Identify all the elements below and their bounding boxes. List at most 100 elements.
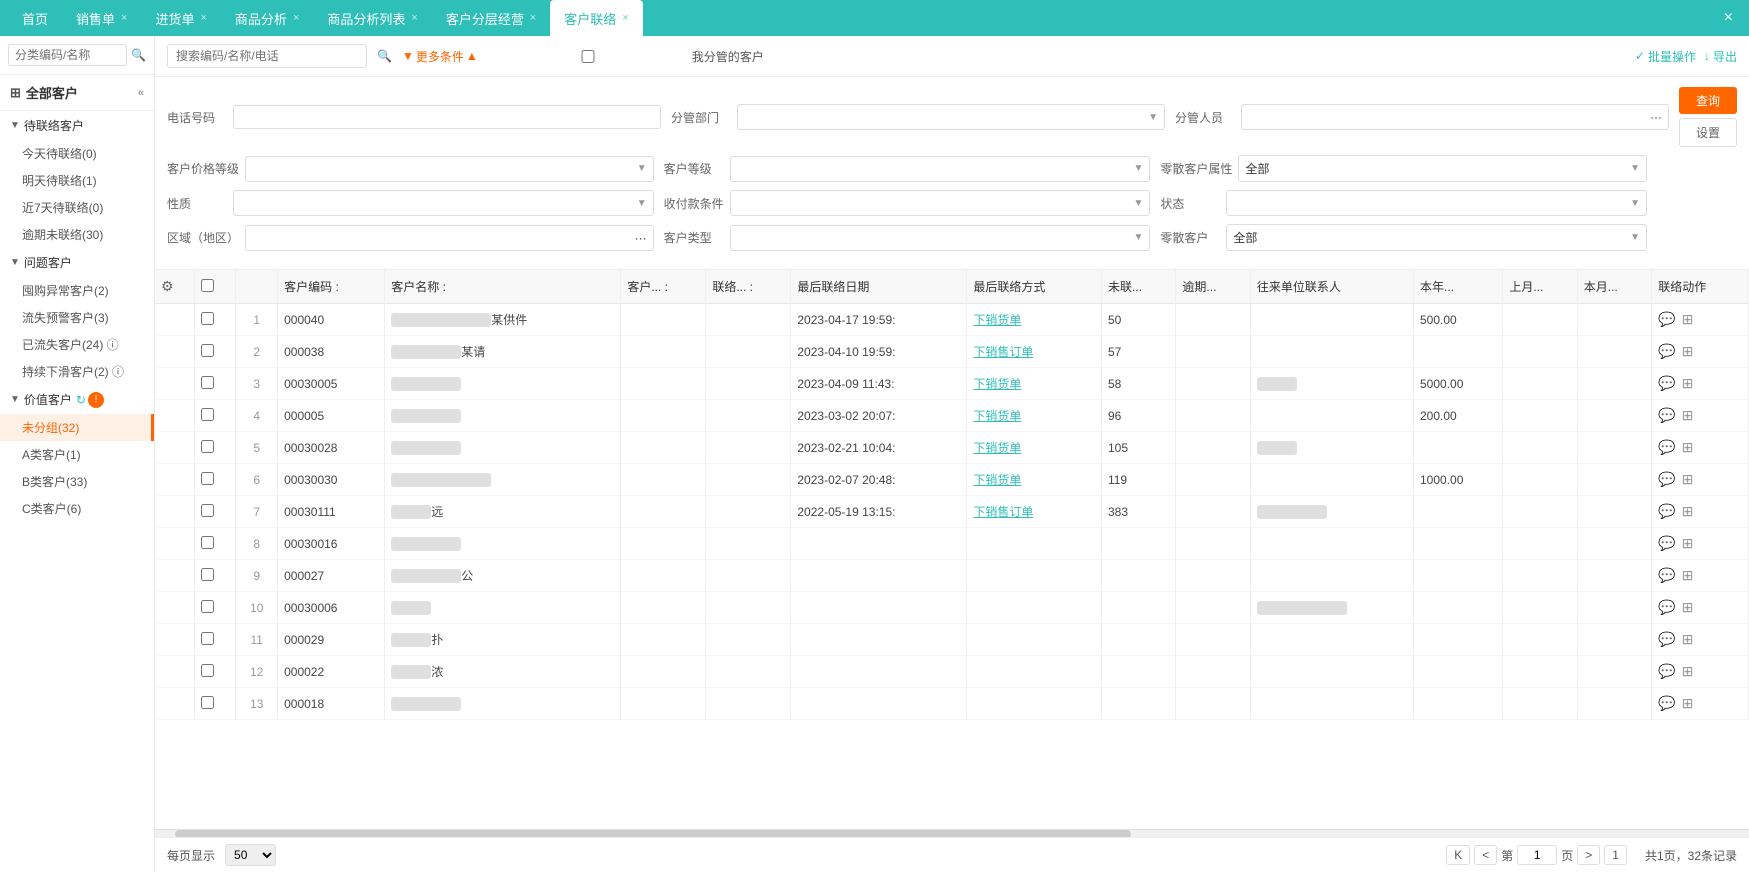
search-btn[interactable]: 🔍 — [377, 49, 392, 63]
filter-scatter-attr-select[interactable]: 全部 ▼ — [1238, 155, 1647, 182]
grid-action-icon[interactable]: ⊞ — [1682, 503, 1694, 520]
message-action-icon[interactable]: 💬 — [1658, 535, 1675, 552]
message-action-icon[interactable]: 💬 — [1658, 503, 1675, 520]
tab-product-analysis-list[interactable]: 商品分析列表 × — [313, 0, 431, 36]
col-this-year[interactable]: 本年... — [1414, 270, 1503, 304]
col-code[interactable]: 客户编码 : — [278, 270, 385, 304]
grid-action-icon[interactable]: ⊞ — [1682, 471, 1694, 488]
row-checkbox[interactable] — [201, 664, 214, 677]
message-action-icon[interactable]: 💬 — [1658, 343, 1675, 360]
grid-action-icon[interactable]: ⊞ — [1682, 695, 1694, 712]
col-last-month[interactable]: 上月... — [1503, 270, 1577, 304]
row-checkbox[interactable] — [201, 344, 214, 357]
grid-action-icon[interactable]: ⊞ — [1682, 407, 1694, 424]
sidebar-item-ungroup[interactable]: 未分组(32) — [0, 414, 154, 441]
filter-region-select[interactable]: ··· — [245, 225, 654, 251]
col-type[interactable]: 客户... : — [621, 270, 706, 304]
grid-action-icon[interactable]: ⊞ — [1682, 599, 1694, 616]
refresh-icon[interactable]: ↻ — [76, 393, 86, 407]
tab-sales[interactable]: 销售单 × — [62, 0, 141, 36]
export-btn[interactable]: ↓ 导出 — [1704, 48, 1737, 65]
sidebar-item-churn-warning[interactable]: 流失预警客户(3) — [0, 304, 154, 331]
filter-customer-level-select[interactable]: ▼ — [730, 156, 1151, 182]
row-checkbox[interactable] — [201, 504, 214, 517]
message-action-icon[interactable]: 💬 — [1658, 311, 1675, 328]
sidebar-item-hoarding[interactable]: 囤购异常客户(2) — [0, 277, 154, 304]
grid-action-icon[interactable]: ⊞ — [1682, 343, 1694, 360]
row-checkbox[interactable] — [201, 376, 214, 389]
close-tab-product-analysis[interactable]: × — [293, 12, 299, 24]
col-settings[interactable]: ⚙ — [155, 270, 195, 304]
category-search-icon[interactable]: 🔍 — [131, 48, 146, 62]
message-action-icon[interactable]: 💬 — [1658, 471, 1675, 488]
filter-customer-type-select[interactable]: ▼ — [730, 225, 1151, 251]
sidebar-item-churned[interactable]: 已流失客户(24) ⓘ — [0, 331, 154, 358]
col-partner-contact[interactable]: 往来单位联系人 — [1250, 270, 1413, 304]
settings-icon[interactable]: ⚙ — [161, 278, 174, 294]
message-action-icon[interactable]: 💬 — [1658, 439, 1675, 456]
category-search-input[interactable] — [8, 44, 127, 66]
tab-home[interactable]: 首页 — [8, 0, 62, 36]
row-checkbox[interactable] — [201, 536, 214, 549]
close-tab-customer-segment[interactable]: × — [530, 12, 536, 24]
filter-scatter-select[interactable]: 全部 ▼ — [1226, 224, 1647, 251]
contact-method-link[interactable]: 下销售订单 — [973, 345, 1033, 359]
contact-method-link[interactable]: 下销售订单 — [973, 505, 1033, 519]
tab-purchase[interactable]: 进货单 × — [141, 0, 220, 36]
reset-btn[interactable]: 设置 — [1679, 118, 1737, 147]
row-checkbox[interactable] — [201, 472, 214, 485]
section-title-value[interactable]: ▼ 价值客户 ↻ ! — [0, 385, 154, 414]
message-action-icon[interactable]: 💬 — [1658, 407, 1675, 424]
col-no-contact[interactable]: 未联... — [1101, 270, 1175, 304]
contact-method-link[interactable]: 下销货单 — [973, 377, 1021, 391]
more-conditions-btn[interactable]: ▼ 更多条件 ▲ — [402, 48, 478, 65]
row-checkbox[interactable] — [201, 568, 214, 581]
grid-action-icon[interactable]: ⊞ — [1682, 311, 1694, 328]
message-action-icon[interactable]: 💬 — [1658, 599, 1675, 616]
row-checkbox[interactable] — [201, 632, 214, 645]
filter-dept-select[interactable]: ▼ — [737, 104, 1165, 130]
close-tab-purchase[interactable]: × — [200, 12, 206, 24]
contact-method-link[interactable]: 下销货单 — [973, 409, 1021, 423]
filter-nature-select[interactable]: ▼ — [233, 190, 654, 216]
col-overdue[interactable]: 逾期... — [1176, 270, 1250, 304]
grid-action-icon[interactable]: ⊞ — [1682, 567, 1694, 584]
my-customers-checkbox-area[interactable]: 我分管的客户 — [488, 48, 764, 65]
all-customers-item[interactable]: ⊞ 全部客户 « — [0, 75, 154, 111]
sidebar-item-class-c[interactable]: C类客户(6) — [0, 495, 154, 522]
my-customers-checkbox[interactable] — [488, 50, 688, 63]
filter-payment-select[interactable]: ▼ — [730, 190, 1151, 216]
message-action-icon[interactable]: 💬 — [1658, 567, 1675, 584]
col-last-method[interactable]: 最后联络方式 — [967, 270, 1102, 304]
section-title-problem[interactable]: ▼ 问题客户 — [0, 248, 154, 277]
message-action-icon[interactable]: 💬 — [1658, 663, 1675, 680]
col-contact[interactable]: 联络... : — [706, 270, 791, 304]
message-action-icon[interactable]: 💬 — [1658, 375, 1675, 392]
sidebar-item-today[interactable]: 今天待联络(0) — [0, 140, 154, 167]
next-page-btn[interactable]: > — [1577, 845, 1600, 865]
window-close-btn[interactable]: × — [1716, 9, 1741, 27]
contact-method-link[interactable]: 下销货单 — [973, 473, 1021, 487]
search-input[interactable] — [167, 44, 367, 68]
row-checkbox[interactable] — [201, 696, 214, 709]
col-this-month[interactable]: 本月... — [1577, 270, 1651, 304]
close-tab-product-analysis-list[interactable]: × — [411, 12, 417, 24]
sidebar-item-tomorrow[interactable]: 明天待联络(1) — [0, 167, 154, 194]
row-checkbox[interactable] — [201, 600, 214, 613]
per-page-select[interactable]: 50 100 200 — [225, 844, 276, 866]
grid-action-icon[interactable]: ⊞ — [1682, 439, 1694, 456]
sidebar-item-overdue[interactable]: 逾期未联络(30) — [0, 221, 154, 248]
query-btn[interactable]: 查询 — [1679, 87, 1737, 114]
select-all-checkbox[interactable] — [201, 279, 214, 292]
first-page-btn[interactable]: K — [1446, 845, 1470, 865]
sidebar-item-declining[interactable]: 持续下滑客户(2) ⓘ — [0, 358, 154, 385]
sidebar-item-class-b[interactable]: B类客户(33) — [0, 468, 154, 495]
tab-customer-contact[interactable]: 客户联络 × — [550, 0, 642, 36]
col-last-date[interactable]: 最后联络日期 — [791, 270, 967, 304]
grid-action-icon[interactable]: ⊞ — [1682, 631, 1694, 648]
contact-method-link[interactable]: 下销货单 — [973, 313, 1021, 327]
sidebar-item-7days[interactable]: 近7天待联络(0) — [0, 194, 154, 221]
filter-person-select[interactable]: ··· — [1241, 104, 1669, 130]
tab-customer-segment[interactable]: 客户分层经营 × — [432, 0, 550, 36]
row-checkbox[interactable] — [201, 440, 214, 453]
